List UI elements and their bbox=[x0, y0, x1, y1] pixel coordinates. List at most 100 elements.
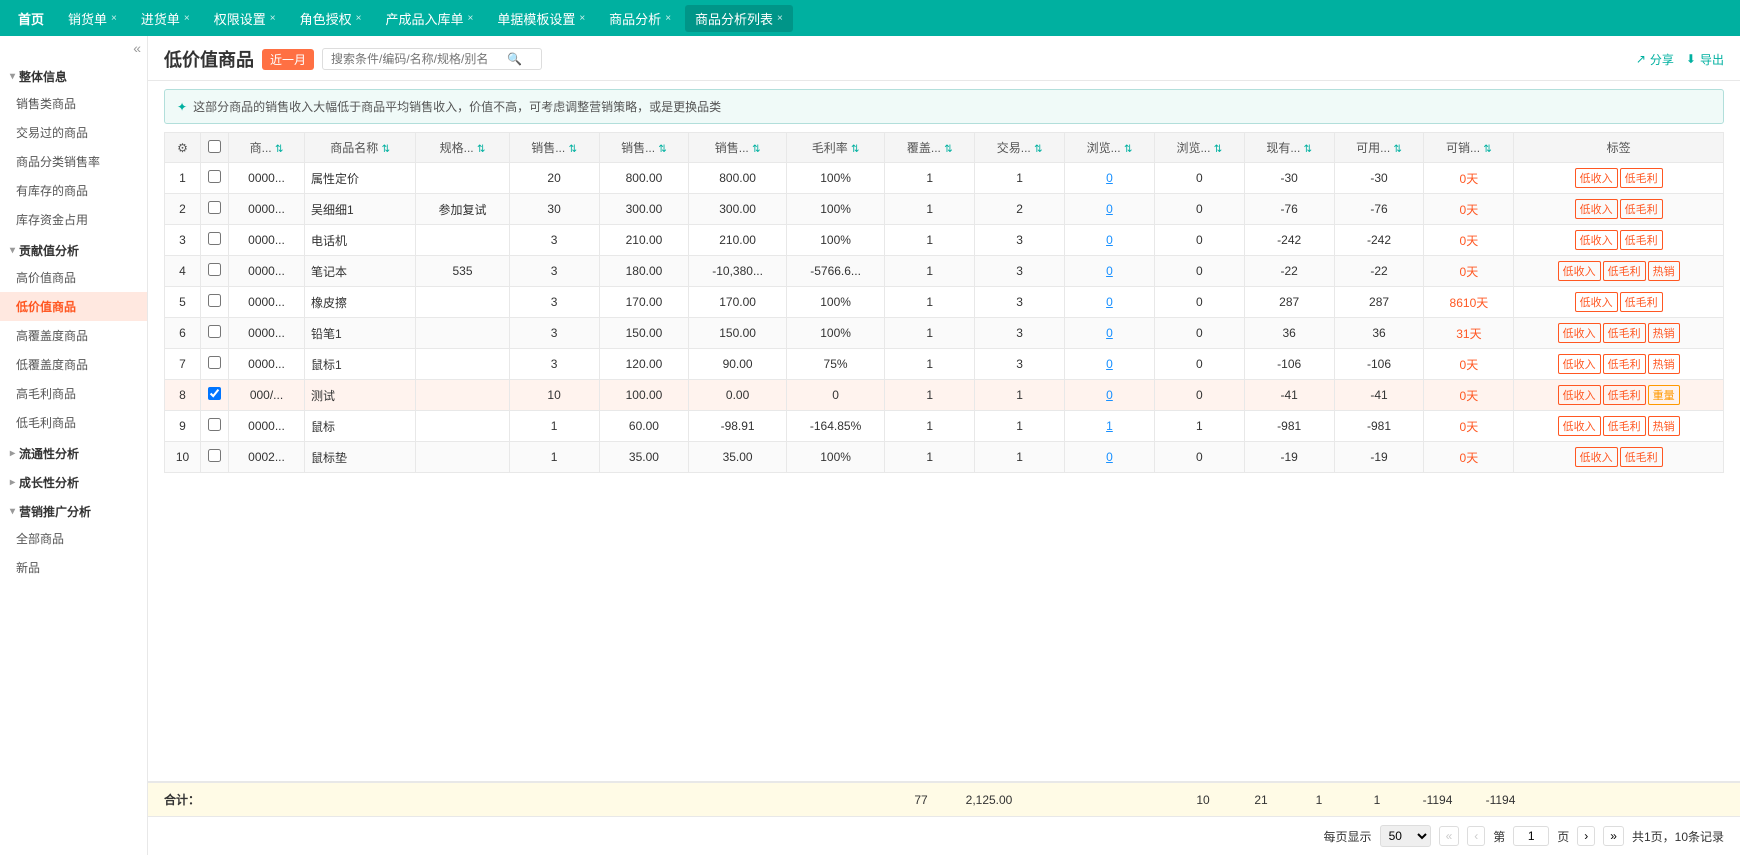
last-page-btn[interactable]: » bbox=[1603, 826, 1624, 846]
cell-browse1[interactable]: 0 bbox=[1065, 256, 1155, 287]
sidebar-collapse-btn[interactable]: « bbox=[133, 40, 141, 56]
export-btn[interactable]: ⬇ 导出 bbox=[1686, 51, 1724, 68]
col-settings[interactable]: ⚙ bbox=[165, 133, 201, 163]
col-browse2[interactable]: 浏览... ⇅ bbox=[1154, 133, 1244, 163]
cell-browse1[interactable]: 0 bbox=[1065, 380, 1155, 411]
nav-sales-order[interactable]: 销货单 × bbox=[58, 5, 127, 32]
col-stock2[interactable]: 可用... ⇅ bbox=[1334, 133, 1424, 163]
sidebar-group-liquidity[interactable]: ▸ 流通性分析 bbox=[0, 437, 147, 466]
browse-link[interactable]: 0 bbox=[1106, 264, 1113, 278]
sidebar-item-low-coverage[interactable]: 低覆盖度商品 bbox=[0, 350, 147, 379]
cell-browse1[interactable]: 0 bbox=[1065, 349, 1155, 380]
col-browse1[interactable]: 浏览... ⇅ bbox=[1065, 133, 1155, 163]
page-input[interactable] bbox=[1513, 826, 1549, 846]
browse-link[interactable]: 0 bbox=[1106, 171, 1113, 185]
cell-checkbox[interactable] bbox=[201, 256, 229, 287]
row-checkbox[interactable] bbox=[208, 294, 221, 307]
cell-checkbox[interactable] bbox=[201, 287, 229, 318]
sidebar-item-high-margin[interactable]: 高毛利商品 bbox=[0, 379, 147, 408]
nav-purchase-order[interactable]: 进货单 × bbox=[131, 5, 200, 32]
sidebar-group-contribution[interactable]: ▾ 贡献值分析 bbox=[0, 234, 147, 263]
sidebar-group-marketing[interactable]: ▾ 营销推广分析 bbox=[0, 495, 147, 524]
cell-browse1[interactable]: 0 bbox=[1065, 163, 1155, 194]
sidebar-item-stocked-products[interactable]: 有库存的商品 bbox=[0, 176, 147, 205]
nav-template[interactable]: 单据模板设置 × bbox=[487, 5, 595, 32]
col-cover[interactable]: 覆盖... ⇅ bbox=[885, 133, 975, 163]
time-filter-btn[interactable]: 近一月 bbox=[262, 49, 314, 70]
col-days[interactable]: 可销... ⇅ bbox=[1424, 133, 1514, 163]
nav-close-product-analysis-list[interactable]: × bbox=[777, 13, 783, 24]
cell-browse1[interactable]: 0 bbox=[1065, 442, 1155, 473]
select-all-checkbox[interactable] bbox=[208, 140, 221, 153]
sidebar-group-overall[interactable]: ▾ 整体信息 bbox=[0, 60, 147, 89]
col-trade[interactable]: 交易... ⇅ bbox=[975, 133, 1065, 163]
nav-close-permission[interactable]: × bbox=[270, 13, 276, 24]
row-checkbox[interactable] bbox=[208, 449, 221, 462]
cell-checkbox[interactable] bbox=[201, 411, 229, 442]
cell-checkbox[interactable] bbox=[201, 349, 229, 380]
cell-browse1[interactable]: 0 bbox=[1065, 225, 1155, 256]
browse-link[interactable]: 0 bbox=[1106, 357, 1113, 371]
page-size-select[interactable]: 50 100 200 bbox=[1380, 825, 1431, 847]
cell-browse1[interactable]: 0 bbox=[1065, 194, 1155, 225]
nav-close-product-warehouse[interactable]: × bbox=[467, 13, 473, 24]
nav-product-analysis[interactable]: 商品分析 × bbox=[599, 5, 681, 32]
col-code[interactable]: 商... ⇅ bbox=[229, 133, 305, 163]
nav-close-product-analysis[interactable]: × bbox=[665, 13, 671, 24]
sidebar-item-traded-products[interactable]: 交易过的商品 bbox=[0, 118, 147, 147]
nav-product-analysis-list[interactable]: 商品分析列表 × bbox=[685, 5, 793, 32]
cell-browse1[interactable]: 0 bbox=[1065, 287, 1155, 318]
sidebar-item-all-products[interactable]: 全部商品 bbox=[0, 524, 147, 553]
browse-link[interactable]: 1 bbox=[1106, 419, 1113, 433]
row-checkbox[interactable] bbox=[208, 418, 221, 431]
row-checkbox[interactable] bbox=[208, 170, 221, 183]
cell-checkbox[interactable] bbox=[201, 380, 229, 411]
browse-link[interactable]: 0 bbox=[1106, 450, 1113, 464]
cell-browse1[interactable]: 0 bbox=[1065, 318, 1155, 349]
nav-close-sales[interactable]: × bbox=[111, 13, 117, 24]
browse-link[interactable]: 0 bbox=[1106, 233, 1113, 247]
row-checkbox[interactable] bbox=[208, 387, 221, 400]
row-checkbox[interactable] bbox=[208, 232, 221, 245]
row-checkbox[interactable] bbox=[208, 356, 221, 369]
col-name[interactable]: 商品名称 ⇅ bbox=[305, 133, 416, 163]
cell-checkbox[interactable] bbox=[201, 163, 229, 194]
col-sale1[interactable]: 销售... ⇅ bbox=[599, 133, 689, 163]
search-input[interactable] bbox=[331, 52, 501, 66]
nav-close-role[interactable]: × bbox=[356, 13, 362, 24]
sidebar-item-new-products[interactable]: 新品 bbox=[0, 553, 147, 582]
browse-link[interactable]: 0 bbox=[1106, 202, 1113, 216]
sidebar-item-low-value[interactable]: 低价值商品 bbox=[0, 292, 147, 321]
col-profit[interactable]: 毛利率 ⇅ bbox=[786, 133, 884, 163]
sidebar-item-low-margin[interactable]: 低毛利商品 bbox=[0, 408, 147, 437]
cell-browse1[interactable]: 1 bbox=[1065, 411, 1155, 442]
sidebar-item-high-value[interactable]: 高价值商品 bbox=[0, 263, 147, 292]
row-checkbox[interactable] bbox=[208, 263, 221, 276]
nav-role[interactable]: 角色授权 × bbox=[290, 5, 372, 32]
sidebar-item-category-sales-rate[interactable]: 商品分类销售率 bbox=[0, 147, 147, 176]
next-page-btn[interactable]: › bbox=[1577, 826, 1595, 846]
prev-page-btn[interactable]: ‹ bbox=[1467, 826, 1485, 846]
nav-home[interactable]: 首页 bbox=[8, 5, 54, 32]
sidebar-item-sales-products[interactable]: 销售类商品 bbox=[0, 89, 147, 118]
nav-product-warehouse[interactable]: 产成品入库单 × bbox=[375, 5, 483, 32]
row-checkbox[interactable] bbox=[208, 201, 221, 214]
browse-link[interactable]: 0 bbox=[1106, 388, 1113, 402]
cell-checkbox[interactable] bbox=[201, 194, 229, 225]
sidebar-item-stock-fund[interactable]: 库存资金占用 bbox=[0, 205, 147, 234]
nav-permission[interactable]: 权限设置 × bbox=[204, 5, 286, 32]
browse-link[interactable]: 0 bbox=[1106, 326, 1113, 340]
first-page-btn[interactable]: « bbox=[1439, 826, 1460, 846]
cell-checkbox[interactable] bbox=[201, 442, 229, 473]
cell-checkbox[interactable] bbox=[201, 318, 229, 349]
nav-close-template[interactable]: × bbox=[579, 13, 585, 24]
col-stock1[interactable]: 现有... ⇅ bbox=[1244, 133, 1334, 163]
col-sale2[interactable]: 销售... ⇅ bbox=[689, 133, 786, 163]
nav-close-purchase[interactable]: × bbox=[184, 13, 190, 24]
row-checkbox[interactable] bbox=[208, 325, 221, 338]
share-btn[interactable]: ↗ 分享 bbox=[1636, 51, 1674, 68]
col-checkbox[interactable] bbox=[201, 133, 229, 163]
sidebar-item-high-coverage[interactable]: 高覆盖度商品 bbox=[0, 321, 147, 350]
col-qty[interactable]: 销售... ⇅ bbox=[509, 133, 599, 163]
search-icon[interactable]: 🔍 bbox=[507, 52, 522, 66]
